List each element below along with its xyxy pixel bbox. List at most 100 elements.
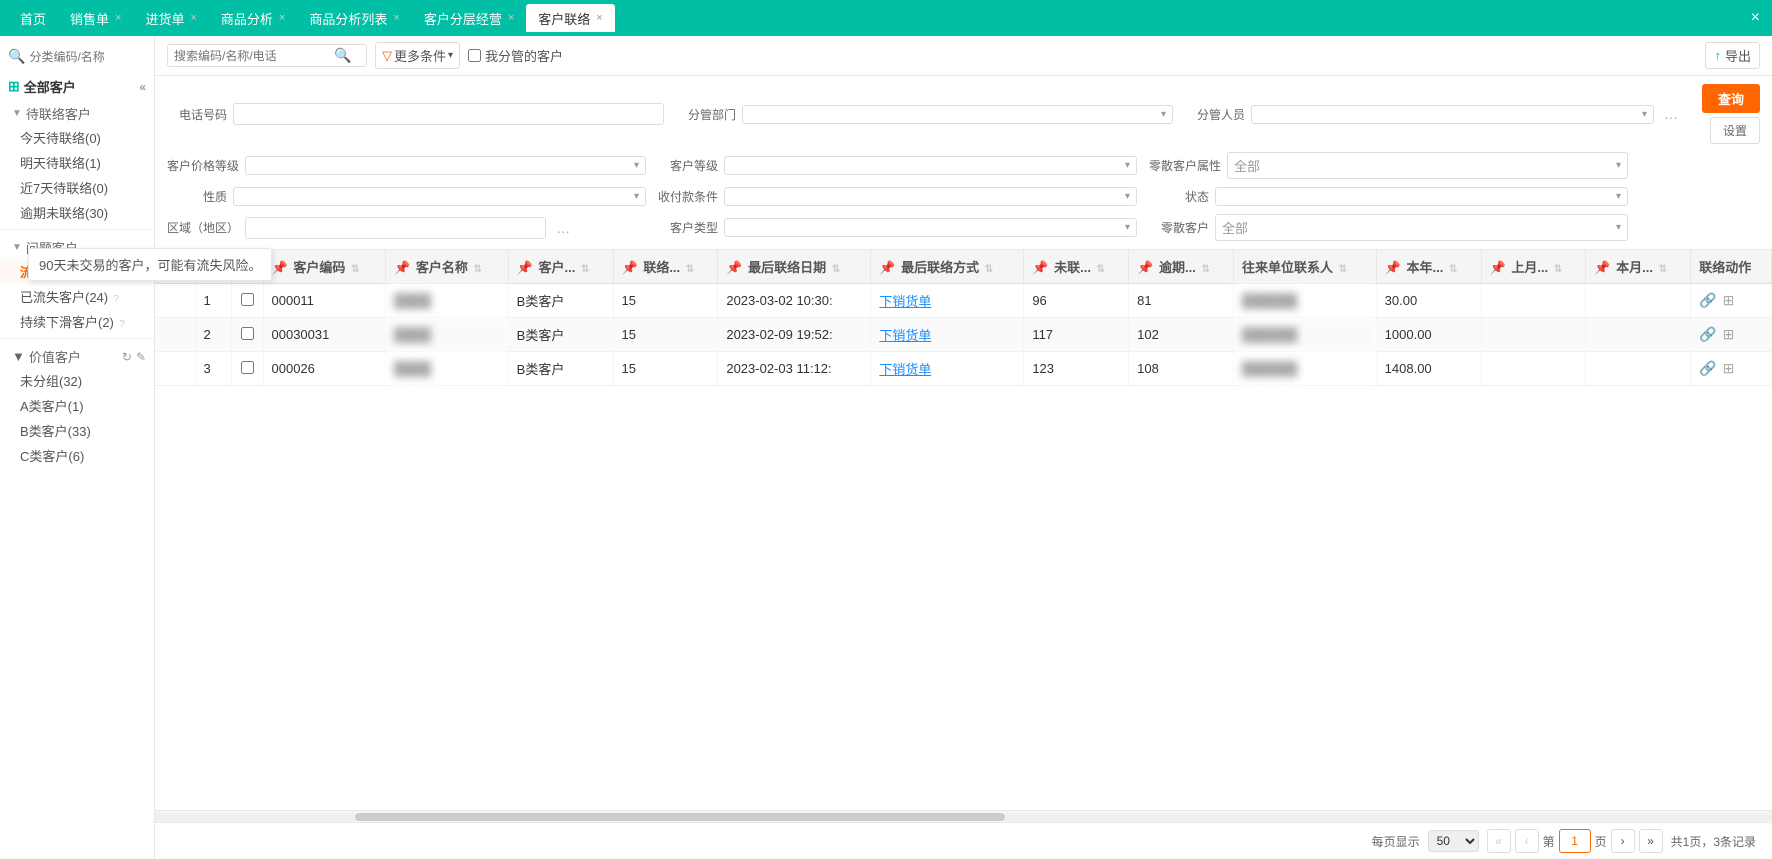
last-method-link-0[interactable]: 下销货单 <box>879 294 931 309</box>
prev-page-btn[interactable]: ‹ <box>1515 829 1539 853</box>
tab-analysis-table[interactable]: 商品分析列表 × <box>297 4 411 32</box>
sidebar-item-today[interactable]: 今天待联络(0) <box>0 125 154 150</box>
sidebar-item-churned[interactable]: 已流失客户(24) ? <box>0 284 154 309</box>
filter-scattered-select[interactable]: 全部 ▾ <box>1215 214 1628 241</box>
filter-nature-select[interactable]: ▾ <box>233 187 646 206</box>
row-checkbox-0[interactable] <box>231 284 263 318</box>
filter-scattered-attr-select[interactable]: 全部 ▾ <box>1227 152 1628 179</box>
row-checkbox-input-1[interactable] <box>241 327 254 340</box>
row-checkbox-input-0[interactable] <box>241 293 254 306</box>
col-last-method[interactable]: 📌 最后联络方式 ⇅ <box>871 250 1024 284</box>
sort-unit-contact[interactable]: ⇅ <box>1339 264 1347 275</box>
sort-last-month[interactable]: ⇅ <box>1554 264 1562 275</box>
col-contact[interactable]: 📌 联络... ⇅ <box>613 250 718 284</box>
first-page-btn[interactable]: « <box>1487 829 1511 853</box>
query-button[interactable]: 查询 <box>1702 84 1760 113</box>
col-code[interactable]: 📌 客户编码 ⇅ <box>263 250 386 284</box>
sidebar-item-class-b[interactable]: B类客户(33) <box>0 418 154 443</box>
sort-this-month[interactable]: ⇅ <box>1659 264 1667 275</box>
search-input[interactable] <box>174 49 334 63</box>
sort-contact[interactable]: ⇅ <box>686 264 694 275</box>
col-this-year[interactable]: 📌 本年... ⇅ <box>1376 250 1481 284</box>
sidebar-item-tomorrow[interactable]: 明天待联络(1) <box>0 150 154 175</box>
tab-sales[interactable]: 销售单 × <box>58 4 133 32</box>
action-grid-1[interactable]: ⊞ <box>1723 326 1735 343</box>
sort-overdue[interactable]: ⇅ <box>1201 264 1209 275</box>
sidebar-item-declining[interactable]: 持续下滑客户(2) ? <box>0 309 154 334</box>
close-tab-customer-contact[interactable]: × <box>596 12 602 24</box>
action-link-1[interactable]: 🔗 <box>1699 326 1716 343</box>
export-button[interactable]: ↑ 导出 <box>1705 42 1760 69</box>
page-number-input[interactable] <box>1559 829 1591 853</box>
sidebar-price-title[interactable]: ▼ 价值客户 <box>12 347 81 366</box>
col-unit-contact[interactable]: 往来单位联系人 ⇅ <box>1234 250 1377 284</box>
my-customers-checkbox[interactable] <box>468 49 481 62</box>
sort-code[interactable]: ⇅ <box>351 264 359 275</box>
my-customers-filter[interactable]: 我分管的客户 <box>468 46 563 65</box>
last-page-btn[interactable]: » <box>1639 829 1663 853</box>
close-tab-sales[interactable]: × <box>115 12 121 24</box>
col-name[interactable]: 📌 客户名称 ⇅ <box>386 250 509 284</box>
sidebar-collapse-btn[interactable]: « <box>139 80 146 94</box>
sort-last-method[interactable]: ⇅ <box>985 264 993 275</box>
search-button-icon[interactable]: 🔍 <box>334 47 351 64</box>
region-dots[interactable]: … <box>552 220 574 236</box>
filter-price-grade-select[interactable]: ▾ <box>245 156 646 175</box>
sidebar-search-input[interactable] <box>29 50 146 64</box>
last-method-link-2[interactable]: 下销货单 <box>879 362 931 377</box>
row-checkbox-2[interactable] <box>231 352 263 386</box>
setting-button[interactable]: 设置 <box>1710 117 1760 144</box>
sort-type[interactable]: ⇅ <box>581 264 589 275</box>
filter-customer-type-select[interactable]: ▾ <box>724 218 1137 237</box>
row-checkbox-1[interactable] <box>231 318 263 352</box>
sort-name[interactable]: ⇅ <box>474 264 482 275</box>
tab-analysis[interactable]: 商品分析 × <box>209 4 297 32</box>
close-tab-analysis[interactable]: × <box>279 12 285 24</box>
filter-manager-select[interactable]: ▾ <box>1251 105 1654 124</box>
action-grid-2[interactable]: ⊞ <box>1723 360 1735 377</box>
sidebar-section-pending-title[interactable]: ▼ 待联络客户 <box>0 100 154 125</box>
sort-uncontacted[interactable]: ⇅ <box>1097 264 1105 275</box>
tab-home[interactable]: 首页 <box>8 4 58 32</box>
next-page-btn[interactable]: › <box>1611 829 1635 853</box>
action-link-0[interactable]: 🔗 <box>1699 292 1716 309</box>
col-type[interactable]: 📌 客户... ⇅ <box>508 250 613 284</box>
tab-purchase[interactable]: 进货单 × <box>133 4 208 32</box>
col-overdue[interactable]: 📌 逾期... ⇅ <box>1129 250 1234 284</box>
sidebar-item-7days[interactable]: 近7天待联络(0) <box>0 175 154 200</box>
manager-dots[interactable]: … <box>1660 106 1682 122</box>
window-close-button[interactable]: × <box>1747 5 1764 31</box>
col-this-month[interactable]: 📌 本月... ⇅ <box>1586 250 1691 284</box>
filter-status-select[interactable]: ▾ <box>1215 187 1628 206</box>
per-page-select[interactable]: 50 100 200 <box>1428 830 1479 852</box>
filter-payment-select[interactable]: ▾ <box>724 187 1137 206</box>
filter-region-input[interactable] <box>245 217 546 239</box>
filter-customer-grade-select[interactable]: ▾ <box>724 156 1137 175</box>
row-checkbox-input-2[interactable] <box>241 361 254 374</box>
sidebar-all-customers[interactable]: ⊞ 全部客户 « <box>0 73 154 100</box>
filter-dept-select[interactable]: ▾ <box>742 105 1173 124</box>
row-last-method-2[interactable]: 下销货单 <box>871 352 1024 386</box>
sidebar-item-class-a[interactable]: A类客户(1) <box>0 393 154 418</box>
tab-customer-tier[interactable]: 客户分层经营 × <box>412 4 526 32</box>
row-last-method-0[interactable]: 下销货单 <box>871 284 1024 318</box>
sidebar-item-overdue[interactable]: 逾期未联络(30) <box>0 200 154 225</box>
horizontal-scrollbar[interactable] <box>155 810 1772 822</box>
col-last-date[interactable]: 📌 最后联络日期 ⇅ <box>718 250 871 284</box>
sidebar-item-ungrouped[interactable]: 未分组(32) <box>0 368 154 393</box>
row-last-method-1[interactable]: 下销货单 <box>871 318 1024 352</box>
tab-customer-contact[interactable]: 客户联络 × <box>526 4 614 32</box>
last-method-link-1[interactable]: 下销货单 <box>879 328 931 343</box>
sidebar-search-box[interactable]: 🔍 <box>0 44 154 69</box>
close-tab-purchase[interactable]: × <box>190 12 196 24</box>
close-tab-customer-tier[interactable]: × <box>508 12 514 24</box>
sidebar-item-class-c[interactable]: C类客户(6) <box>0 443 154 468</box>
col-uncontacted[interactable]: 📌 未联... ⇅ <box>1024 250 1129 284</box>
sort-this-year[interactable]: ⇅ <box>1449 264 1457 275</box>
more-filter-button[interactable]: ▽ 更多条件 ▾ <box>375 42 460 69</box>
edit-icon[interactable]: ✎ <box>136 350 146 364</box>
scrollbar-thumb[interactable] <box>355 813 1005 821</box>
action-link-2[interactable]: 🔗 <box>1699 360 1716 377</box>
col-last-month[interactable]: 📌 上月... ⇅ <box>1481 250 1586 284</box>
search-box[interactable]: 🔍 <box>167 44 367 67</box>
